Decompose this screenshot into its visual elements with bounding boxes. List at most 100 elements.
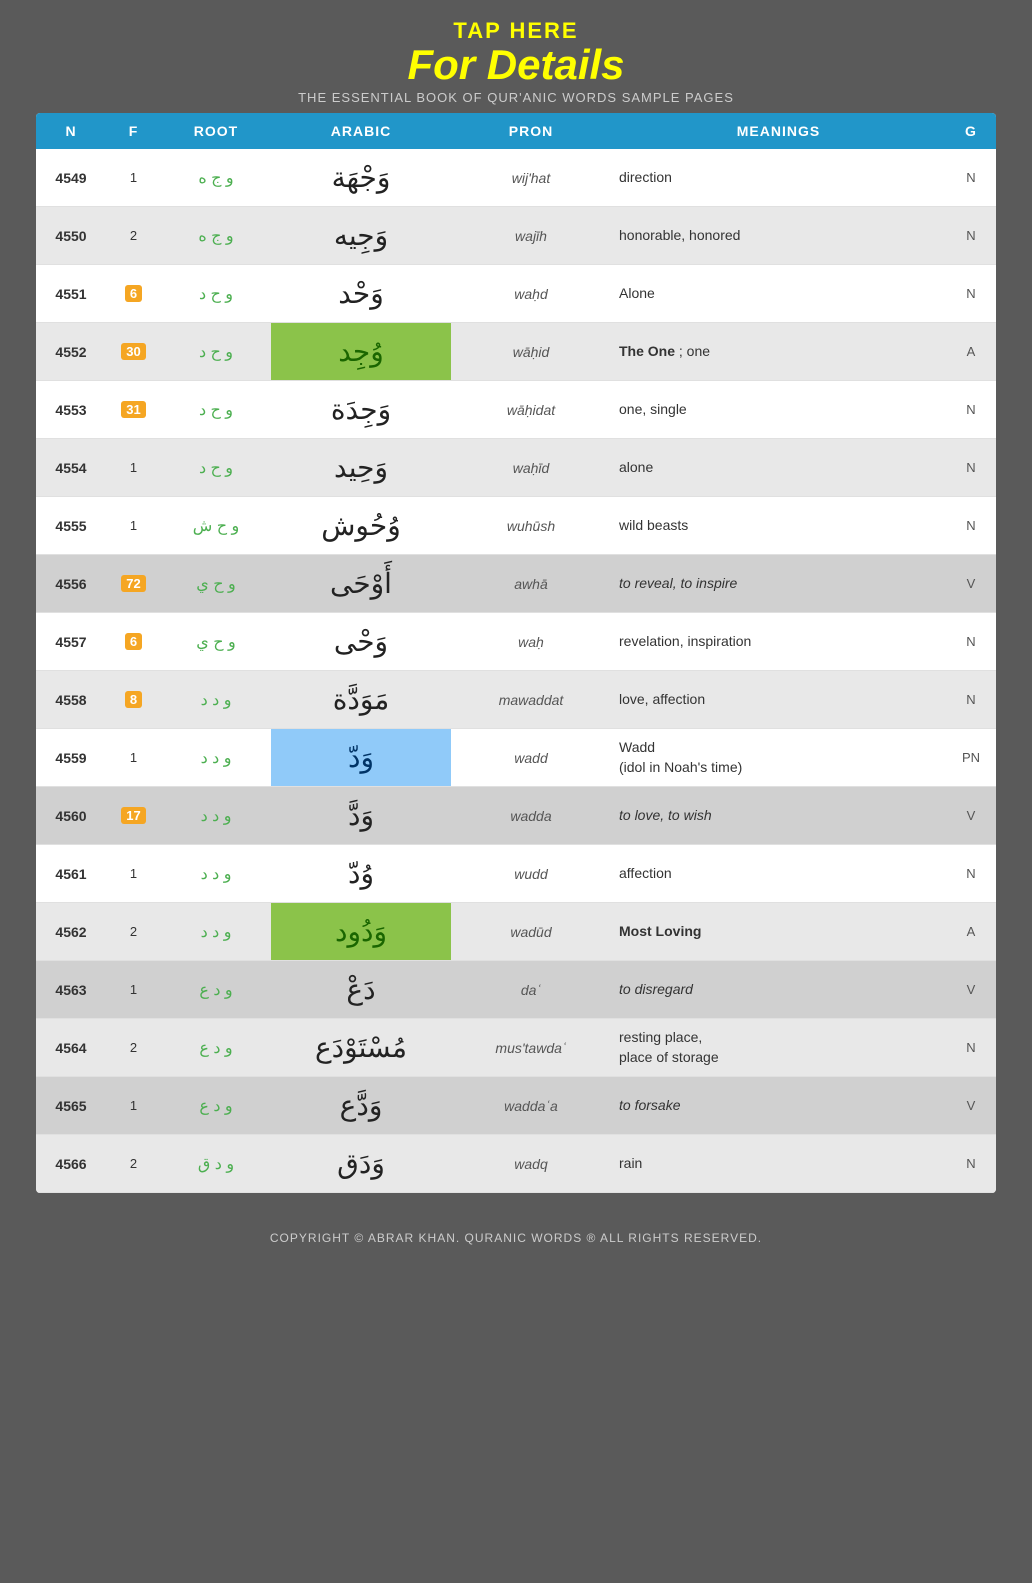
cell-n: 4559 [36, 750, 106, 766]
cell-meanings: to forsake [611, 1092, 946, 1120]
cell-g: PN [946, 750, 996, 765]
cell-arabic: وَجِيه [271, 215, 451, 256]
cell-f: 2 [106, 1040, 161, 1055]
cell-root: و ح د [161, 458, 271, 478]
cell-meanings: revelation, inspiration [611, 628, 946, 656]
cell-pron: wadd [451, 750, 611, 766]
cell-f: 1 [106, 982, 161, 997]
cell-f: 1 [106, 750, 161, 765]
cell-pron: wudd [451, 866, 611, 882]
table-row: 45662و د قوَدَقwadqrainN [36, 1135, 996, 1193]
table-row: 45576و ح يوَحْىwaḥrevelation, inspiratio… [36, 613, 996, 671]
table-row: 45611و د دوُدّwuddaffectionN [36, 845, 996, 903]
cell-meanings: Wadd(idol in Noah's time) [611, 734, 946, 781]
col-meanings: MEANINGS [611, 123, 946, 139]
cell-arabic: دَعْ [271, 969, 451, 1010]
cell-g: N [946, 692, 996, 707]
table-row: 45551و ح شوُحُوشwuhūshwild beastsN [36, 497, 996, 555]
cell-arabic: أَوْحَى [271, 563, 451, 604]
cell-root: و د د [161, 690, 271, 710]
cell-meanings: Most Loving [611, 918, 946, 946]
cell-n: 4556 [36, 576, 106, 592]
cell-arabic: وَدُود [271, 903, 451, 960]
cell-n: 4565 [36, 1098, 106, 1114]
cell-arabic: وُدّ [271, 853, 451, 894]
cell-pron: waḥd [451, 286, 611, 302]
cell-pron: waddaʿa [451, 1098, 611, 1114]
cell-g: N [946, 170, 996, 185]
cell-g: N [946, 518, 996, 533]
cell-pron: daʿ [451, 982, 611, 998]
table-body: 45491و ج هوَجْهَةwij'hatdirectionN 4550 2 و… [36, 149, 996, 1193]
cell-arabic: وَدَّ [271, 795, 451, 836]
cell-arabic: وَحْد [271, 273, 451, 314]
cell-pron: wuhūsh [451, 518, 611, 534]
col-pron: PRON [451, 123, 611, 139]
cell-pron: wadq [451, 1156, 611, 1172]
subtitle-label: THE ESSENTIAL BOOK OF QUR'ANIC WORDS SAM… [0, 90, 1032, 105]
cell-f: 30 [106, 343, 161, 360]
cell-n: 4552 [36, 344, 106, 360]
cell-arabic: وَجْهَة [271, 157, 451, 198]
cell-f: 2 [106, 1156, 161, 1171]
footer: COPYRIGHT © ABRAR KHAN. QURANIC WORDS ® … [270, 1213, 762, 1269]
table-row: 45591و د دوَدّwaddWadd(idol in Noah's ti… [36, 729, 996, 787]
cell-g: V [946, 576, 996, 591]
cell-root: و ح ي [161, 574, 271, 594]
cell-g: A [946, 344, 996, 359]
cell-pron: awhā [451, 576, 611, 592]
cell-n: 4554 [36, 460, 106, 476]
cell-meanings: rain [611, 1150, 946, 1178]
cell-g: N [946, 1156, 996, 1171]
cell-root: و ح د [161, 284, 271, 304]
cell-root: و ح ي [161, 632, 271, 652]
cell-meanings: Alone [611, 280, 946, 308]
cell-g: N [946, 228, 996, 243]
cell-arabic: وَدَق [271, 1143, 451, 1184]
cell-pron: wajīh [451, 228, 611, 244]
table-row: 45491و ج هوَجْهَةwij'hatdirectionN [36, 149, 996, 207]
cell-f: 17 [106, 807, 161, 824]
cell-n: 4550 [36, 228, 106, 244]
cell-f: 6 [106, 633, 161, 650]
cell-meanings: affection [611, 860, 946, 888]
cell-n: 4563 [36, 982, 106, 998]
cell-root: و د ع [161, 1096, 271, 1116]
cell-g: V [946, 808, 996, 823]
table-row: 45631و د عدَعْdaʿto disregardV [36, 961, 996, 1019]
cell-g: N [946, 402, 996, 417]
for-details-label[interactable]: For Details [0, 44, 1032, 86]
cell-meanings: love, affection [611, 686, 946, 714]
cell-pron: wāḥidat [451, 402, 611, 418]
cell-g: N [946, 460, 996, 475]
cell-meanings: honorable, honored [611, 222, 946, 250]
col-root: ROOT [161, 123, 271, 139]
cell-meanings: to love, to wish [611, 802, 946, 830]
cell-root: و د ع [161, 980, 271, 1000]
col-g: G [946, 123, 996, 139]
cell-pron: mus'tawdaʿ [451, 1040, 611, 1056]
col-f: F [106, 123, 161, 139]
cell-n: 4551 [36, 286, 106, 302]
cell-meanings: one, single [611, 396, 946, 424]
cell-arabic: وَحِيد [271, 447, 451, 488]
cell-arabic: مَوَدَّة [271, 679, 451, 720]
cell-g: N [946, 634, 996, 649]
cell-root: و ح د [161, 342, 271, 362]
cell-arabic: وُحُوش [271, 505, 451, 546]
table-row: 455331و ح دوَجِدَةwāḥidatone, singleN [36, 381, 996, 439]
cell-pron: wij'hat [451, 170, 611, 186]
table-row: 45622و د دوَدُودwadūdMost LovingA [36, 903, 996, 961]
cell-root: و ج ه [161, 226, 271, 246]
cell-n: 4562 [36, 924, 106, 940]
cell-pron: wadda [451, 808, 611, 824]
cell-arabic: وَحْى [271, 621, 451, 662]
cell-root: و ح د [161, 400, 271, 420]
cell-root: و د د [161, 922, 271, 942]
cell-n: 4564 [36, 1040, 106, 1056]
table-row: 45541و ح دوَحِيدwaḥīdaloneN [36, 439, 996, 497]
cell-n: 4558 [36, 692, 106, 708]
cell-f: 72 [106, 575, 161, 592]
table-row: 45588و د دمَوَدَّةmawaddatlove, affectio… [36, 671, 996, 729]
table-row: 455230و ح دوُجِدwāḥidThe One ; oneA [36, 323, 996, 381]
